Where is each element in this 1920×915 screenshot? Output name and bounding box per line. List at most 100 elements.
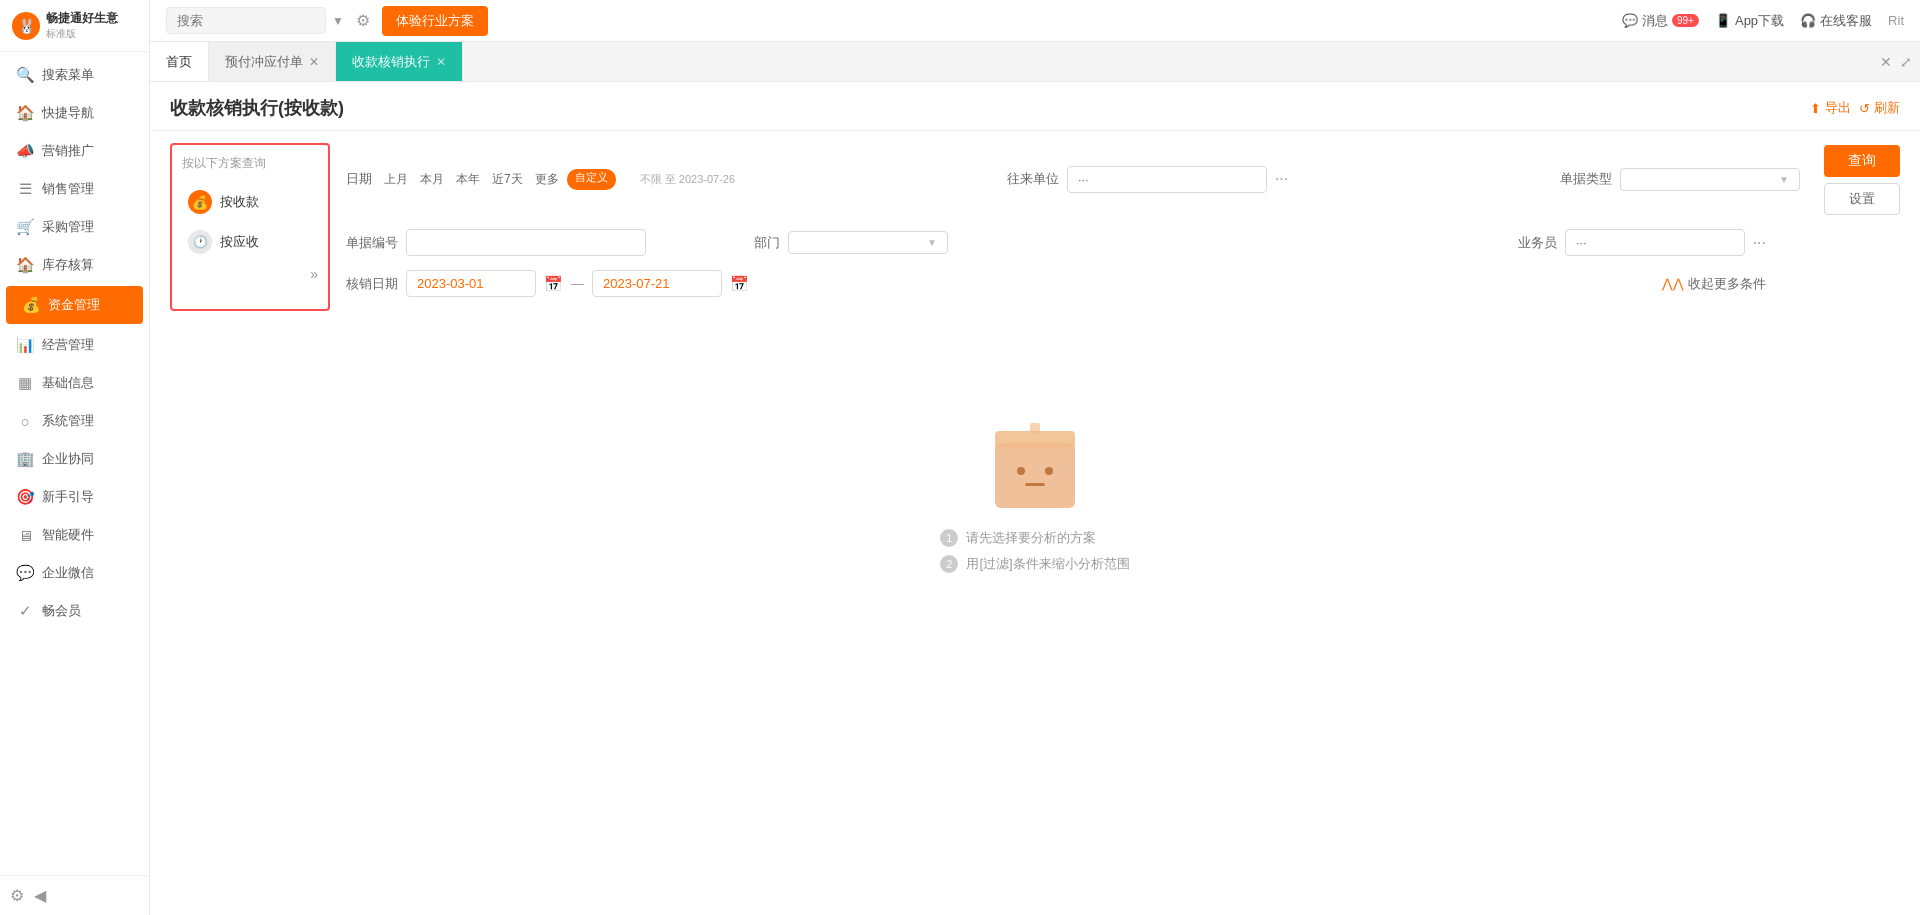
sidebar-item-collab[interactable]: 🏢 企业协同: [0, 440, 149, 478]
query-button[interactable]: 查询: [1824, 145, 1900, 177]
doc-num-input[interactable]: [406, 229, 646, 256]
doc-type-field: 单据类型 ▼: [1560, 168, 1800, 191]
sidebar-item-system[interactable]: ○ 系统管理: [0, 402, 149, 440]
more-conditions-toggle[interactable]: ⋀⋀ 收起更多条件: [1662, 271, 1766, 297]
staff-dots-icon[interactable]: ···: [1753, 234, 1766, 252]
empty-num-1: 1: [940, 529, 958, 547]
svg-rect-6: [1030, 423, 1040, 433]
doc-type-select[interactable]: ▼: [1620, 168, 1800, 191]
dept-field: 部门 ▼: [754, 231, 948, 254]
date-range-info: 不限 至 2023-07-26: [640, 172, 735, 187]
sidebar-item-search[interactable]: 🔍 搜索菜单: [0, 56, 149, 94]
query-row-2: 单据编号 部门 ▼ 业务: [346, 229, 1900, 256]
solution-button[interactable]: 体验行业方案: [382, 6, 488, 36]
sidebar-item-wechat[interactable]: 💬 企业微信: [0, 554, 149, 592]
party-dots-icon[interactable]: ···: [1275, 170, 1288, 188]
tab-receipt-verify[interactable]: 收款核销执行 ✕: [336, 42, 463, 81]
sidebar-item-inventory[interactable]: 🏠 库存核算: [0, 246, 149, 284]
date-custom-badge[interactable]: 自定义: [567, 169, 616, 190]
export-button[interactable]: ⬆ 导出: [1810, 99, 1851, 117]
verify-date-start-input[interactable]: [406, 270, 536, 297]
sales-icon: ☰: [16, 180, 34, 198]
sidebar-item-quick-nav[interactable]: 🏠 快捷导航: [0, 94, 149, 132]
svg-rect-2: [995, 443, 1075, 449]
filter-panel-title: 按以下方案查询: [182, 155, 318, 172]
date-this-year-btn[interactable]: 本年: [452, 169, 484, 190]
main-area: ▼ ⚙ 体验行业方案 💬 消息 99+ 📱 App下载 🎧 在线客服 Rit 首…: [150, 0, 1920, 915]
sidebar-item-finance[interactable]: 💰 资金管理: [6, 286, 143, 324]
page-inner: 收款核销执行(按收款) ⬆ 导出 ↺ 刷新 按以下方案查询: [150, 82, 1920, 915]
filter-by-receipt[interactable]: 💰 按收款: [182, 182, 318, 222]
date-this-month-btn[interactable]: 本月: [416, 169, 448, 190]
logo-text: 畅捷通好生意 标准版: [46, 10, 118, 41]
filter-by-receivable[interactable]: 🕐 按应收: [182, 222, 318, 262]
search-icon: 🔍: [16, 66, 34, 84]
collapse-sidebar-icon[interactable]: ◀: [34, 886, 46, 905]
sidebar-item-marketing[interactable]: 📣 营销推广: [0, 132, 149, 170]
verify-date-end-calendar-icon[interactable]: 📅: [730, 275, 749, 293]
staff-input[interactable]: [1565, 229, 1745, 256]
settings-bottom-icon[interactable]: ⚙: [10, 886, 24, 905]
sidebar-item-business[interactable]: 📊 经营管理: [0, 326, 149, 364]
tab-home[interactable]: 首页: [150, 42, 209, 81]
staff-field: 业务员 ···: [1518, 229, 1766, 256]
query-form-buttons: 查询 设置: [1824, 143, 1900, 215]
sidebar-item-hardware[interactable]: 🖥 智能硬件: [0, 516, 149, 554]
app-download-action[interactable]: 📱 App下载: [1715, 12, 1784, 30]
logo-area: 🐰 畅捷通好生意 标准版: [0, 0, 149, 52]
page-title-actions: ⬆ 导出 ↺ 刷新: [1810, 99, 1900, 117]
tab-spacer: [463, 42, 1872, 81]
date-more-btn[interactable]: 更多: [531, 169, 563, 190]
message-action[interactable]: 💬 消息 99+: [1622, 12, 1699, 30]
page-content: 收款核销执行(按收款) ⬆ 导出 ↺ 刷新 按以下方案查询: [150, 82, 1920, 915]
member-icon: ✓: [16, 602, 34, 620]
header-actions: 💬 消息 99+ 📱 App下载 🎧 在线客服 Rit: [1622, 12, 1904, 30]
tab-prepay-close-icon[interactable]: ✕: [309, 55, 319, 69]
refresh-button[interactable]: ↺ 刷新: [1859, 99, 1900, 117]
svg-rect-0: [995, 443, 1075, 508]
sidebar-item-sales[interactable]: ☰ 销售管理: [0, 170, 149, 208]
tab-prepay[interactable]: 预付冲应付单 ✕: [209, 42, 336, 81]
doc-type-chevron-icon: ▼: [1779, 174, 1789, 185]
chevron-up-icon: ⋀⋀: [1662, 276, 1684, 291]
date-last-7days-btn[interactable]: 近7天: [488, 169, 527, 190]
dept-select[interactable]: ▼: [788, 231, 948, 254]
sidebar-item-purchase[interactable]: 🛒 采购管理: [0, 208, 149, 246]
header-gear-icon[interactable]: ⚙: [356, 11, 370, 30]
date-field: 日期 上月 本月 本年 近7天 更多 自定义: [346, 169, 616, 190]
filter-collapse: »: [182, 266, 318, 282]
by-receipt-icon: 💰: [188, 190, 212, 214]
date-last-month-btn[interactable]: 上月: [380, 169, 412, 190]
tab-controls: ✕ ⤢: [1872, 42, 1920, 81]
basic-icon: ▦: [16, 374, 34, 392]
tab-receipt-verify-close-icon[interactable]: ✕: [436, 55, 446, 69]
party-input[interactable]: [1067, 166, 1267, 193]
setting-button[interactable]: 设置: [1824, 183, 1900, 215]
svg-point-4: [1045, 467, 1053, 475]
page-title: 收款核销执行(按收款): [170, 96, 344, 120]
empty-texts: 1 请先选择要分析的方案 2 用[过滤]条件来缩小分析范围: [940, 529, 1129, 573]
verify-date-end-input[interactable]: [592, 270, 722, 297]
filter-collapse-icon[interactable]: »: [310, 266, 318, 282]
tab-close-all-icon[interactable]: ✕: [1880, 54, 1892, 70]
empty-num-2: 2: [940, 555, 958, 573]
purchase-icon: 🛒: [16, 218, 34, 236]
page-title-bar: 收款核销执行(按收款) ⬆ 导出 ↺ 刷新: [150, 82, 1920, 131]
sidebar-item-basic[interactable]: ▦ 基础信息: [0, 364, 149, 402]
query-area: 按以下方案查询 💰 按收款 🕐 按应收 »: [150, 131, 1920, 323]
header-search-input[interactable]: [166, 7, 326, 34]
empty-hint-1: 1 请先选择要分析的方案: [940, 529, 1129, 547]
date-quick-buttons: 上月 本月 本年 近7天 更多 自定义: [380, 169, 616, 190]
verify-date-start-calendar-icon[interactable]: 📅: [544, 275, 563, 293]
header-search-area: ▼: [166, 7, 344, 34]
empty-hint-2: 2 用[过滤]条件来缩小分析范围: [940, 555, 1129, 573]
header-search-arrow-icon[interactable]: ▼: [332, 14, 344, 28]
sidebar-item-member[interactable]: ✓ 畅会员: [0, 592, 149, 630]
inventory-icon: 🏠: [16, 256, 34, 274]
tab-expand-icon[interactable]: ⤢: [1900, 54, 1912, 70]
service-action[interactable]: 🎧 在线客服: [1800, 12, 1872, 30]
filter-panel: 按以下方案查询 💰 按收款 🕐 按应收 »: [170, 143, 330, 311]
sidebar-item-guide[interactable]: 🎯 新手引导: [0, 478, 149, 516]
empty-state: 1 请先选择要分析的方案 2 用[过滤]条件来缩小分析范围: [150, 323, 1920, 653]
sidebar-nav: 🔍 搜索菜单 🏠 快捷导航 📣 营销推广 ☰ 销售管理 🛒 采购管理 🏠 库存核…: [0, 52, 149, 875]
